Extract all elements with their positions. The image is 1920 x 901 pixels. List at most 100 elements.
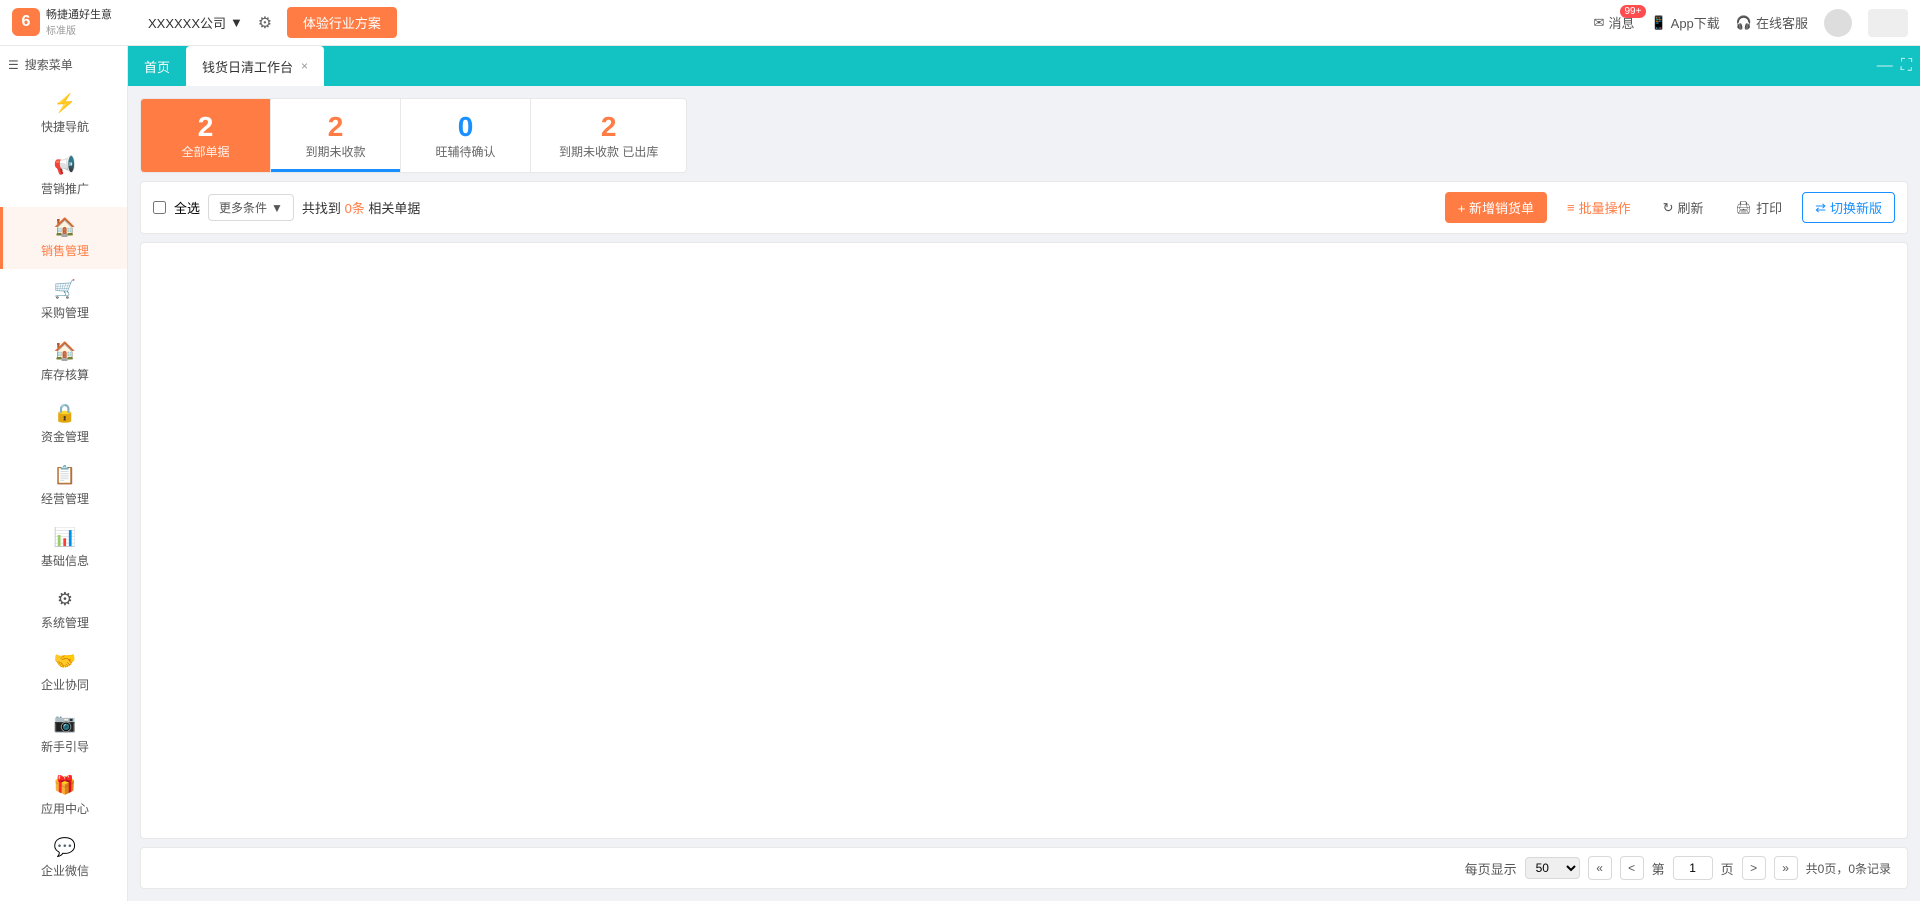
stats-row: 2 全部单据 2 到期未收款 0 旺辅待确认 2 到期未收款 已出库 (140, 98, 687, 173)
last-page-button[interactable]: » (1774, 856, 1798, 880)
sidebar-item-marketing[interactable]: 📢 营销推广 (0, 145, 127, 207)
user-dropdown[interactable] (1868, 9, 1908, 37)
sidebar-search[interactable]: ☰ 搜索菜单 (0, 46, 127, 83)
purchase-icon: 🛒 (54, 279, 76, 300)
sidebar-item-guide[interactable]: 📷 新手引导 (0, 703, 127, 765)
add-order-button[interactable]: + 新增销货单 (1445, 192, 1547, 223)
online-service-label: 在线客服 (1756, 13, 1808, 32)
batch-label: 批量操作 (1579, 198, 1631, 217)
filter-button[interactable]: 更多条件 ▼ (208, 194, 294, 221)
quick-nav-label: 快捷导航 (41, 118, 89, 135)
refresh-label: 刷新 (1678, 198, 1704, 217)
inventory-label: 库存核算 (41, 366, 89, 383)
toolbar-left: 全选 更多条件 ▼ 共找到 0条 相关单据 (153, 194, 1437, 221)
marketing-icon: 📢 (54, 155, 76, 176)
prev-page-button[interactable]: < (1620, 856, 1644, 880)
sidebar-item-basic[interactable]: 📊 基础信息 (0, 517, 127, 579)
sidebar-item-wechat[interactable]: 💬 企业微信 (0, 827, 127, 889)
guide-label: 新手引导 (41, 738, 89, 755)
tab-close-icon[interactable]: × (301, 59, 308, 73)
app-center-icon: 🎁 (54, 775, 76, 796)
brand-name: 畅捷通好生意 (46, 8, 112, 22)
wechat-icon: 💬 (54, 837, 76, 858)
sidebar-item-quick-nav[interactable]: ⚡ 快捷导航 (0, 83, 127, 145)
page-number-input[interactable] (1673, 856, 1713, 880)
sidebar-item-finance[interactable]: 🔒 资金管理 (0, 393, 127, 455)
avatar[interactable] (1824, 9, 1852, 37)
logo: 6 畅捷通好生意 标准版 (12, 8, 140, 37)
app-download-icon: 📱 (1650, 15, 1666, 31)
online-service-icon: 🎧 (1736, 15, 1752, 31)
app-download-item[interactable]: 📱 App下载 (1650, 13, 1719, 32)
company-arrow-icon: ▼ (230, 15, 243, 30)
message-item[interactable]: ✉ 消息 99+ (1594, 13, 1635, 32)
per-page-select[interactable]: 50 100 200 (1525, 857, 1580, 879)
operation-label: 经营管理 (41, 490, 89, 507)
system-icon: ⚙ (57, 589, 73, 610)
content-area: 2 全部单据 2 到期未收款 0 旺辅待确认 2 到期未收款 已出库 全选 (128, 86, 1920, 901)
batch-icon: ≡ (1567, 200, 1575, 215)
app-download-label: App下载 (1671, 13, 1720, 32)
marketing-label: 营销推广 (41, 180, 89, 197)
menu-icon: ☰ (8, 58, 19, 72)
switch-version-button[interactable]: ⇄ 切换新版 (1802, 192, 1895, 223)
system-label: 系统管理 (41, 614, 89, 631)
print-label: 打印 (1756, 198, 1782, 217)
sidebar-item-member[interactable]: V 畅会员 (0, 889, 127, 901)
sales-icon: 🏠 (54, 217, 76, 238)
tab-active[interactable]: 钱货日清工作台 × (186, 46, 324, 86)
stat-card-overdue[interactable]: 2 到期未收款 (271, 99, 401, 172)
refresh-button[interactable]: ↻ 刷新 (1651, 193, 1716, 222)
sidebar-item-enterprise[interactable]: 🤝 企业协同 (0, 641, 127, 703)
first-page-button[interactable]: « (1588, 856, 1612, 880)
sidebar-item-sales[interactable]: 🏠 销售管理 (0, 207, 127, 269)
stat-label-all: 全部单据 (181, 145, 229, 159)
table-container (140, 242, 1908, 839)
next-page-button[interactable]: > (1742, 856, 1766, 880)
sidebar-item-app-center[interactable]: 🎁 应用中心 (0, 765, 127, 827)
message-badge: 99+ (1620, 5, 1647, 18)
trial-button[interactable]: 体验行业方案 (287, 7, 397, 38)
sidebar: ☰ 搜索菜单 ⚡ 快捷导航 📢 营销推广 🏠 销售管理 🛒 采购管理 🏠 库存核… (0, 46, 128, 901)
stat-num-all: 2 (169, 111, 242, 143)
main-wrapper: 首页 钱货日清工作台 × — ⛶ 2 全部单据 2 到期未收款 0 旺辅待确 (128, 46, 1920, 901)
finance-label: 资金管理 (41, 428, 89, 445)
found-count: 0条 (345, 201, 365, 216)
total-records: 共0页，0条记录 (1806, 860, 1891, 877)
logo-icon: 6 (12, 8, 40, 36)
sidebar-item-purchase[interactable]: 🛒 采购管理 (0, 269, 127, 331)
operation-icon: 📋 (54, 465, 76, 486)
company-selector[interactable]: XXXXXX公司 ▼ (140, 13, 251, 32)
header: 6 畅捷通好生意 标准版 XXXXXX公司 ▼ ⚙ 体验行业方案 ✉ 消息 99… (0, 0, 1920, 46)
settings-icon[interactable]: ⚙ (251, 9, 279, 37)
page-suffix: 页 (1721, 859, 1734, 878)
sales-label: 销售管理 (41, 242, 89, 259)
stat-indicator (271, 169, 400, 172)
enterprise-label: 企业协同 (41, 676, 89, 693)
sidebar-item-operation[interactable]: 📋 经营管理 (0, 455, 127, 517)
sidebar-item-inventory[interactable]: 🏠 库存核算 (0, 331, 127, 393)
stat-card-all[interactable]: 2 全部单据 (141, 99, 271, 172)
basic-label: 基础信息 (41, 552, 89, 569)
sidebar-item-system[interactable]: ⚙ 系统管理 (0, 579, 127, 641)
online-service-item[interactable]: 🎧 在线客服 (1736, 13, 1808, 32)
select-all-checkbox[interactable] (153, 201, 166, 214)
toolbar: 全选 更多条件 ▼ 共找到 0条 相关单据 + 新增销货单 ≡ 批量操作 (140, 181, 1908, 234)
tab-home-label: 首页 (144, 57, 170, 76)
tab-home[interactable]: 首页 (128, 46, 186, 86)
stat-card-pending[interactable]: 0 旺辅待确认 (401, 99, 531, 172)
switch-label: 切换新版 (1830, 198, 1882, 217)
search-menu-label: 搜索菜单 (25, 56, 73, 73)
print-button[interactable]: 🖨 打印 (1724, 193, 1795, 222)
basic-icon: 📊 (54, 527, 76, 548)
batch-operations-button[interactable]: ≡ 批量操作 (1555, 193, 1643, 222)
message-icon: ✉ (1594, 15, 1605, 31)
stat-label-unshipped: 到期未收款 已出库 (559, 145, 658, 159)
stat-card-unshipped[interactable]: 2 到期未收款 已出库 (531, 99, 686, 172)
tab-maximize-btn[interactable]: ⛶ (1901, 57, 1912, 75)
tab-active-label: 钱货日清工作台 (202, 57, 293, 76)
enterprise-icon: 🤝 (54, 651, 76, 672)
pagination-bar: 每页显示 50 100 200 « < 第 页 > » 共0页，0条记录 (140, 847, 1908, 889)
filter-label: 更多条件 (219, 199, 267, 216)
tab-minimize-btn[interactable]: — (1877, 57, 1893, 75)
